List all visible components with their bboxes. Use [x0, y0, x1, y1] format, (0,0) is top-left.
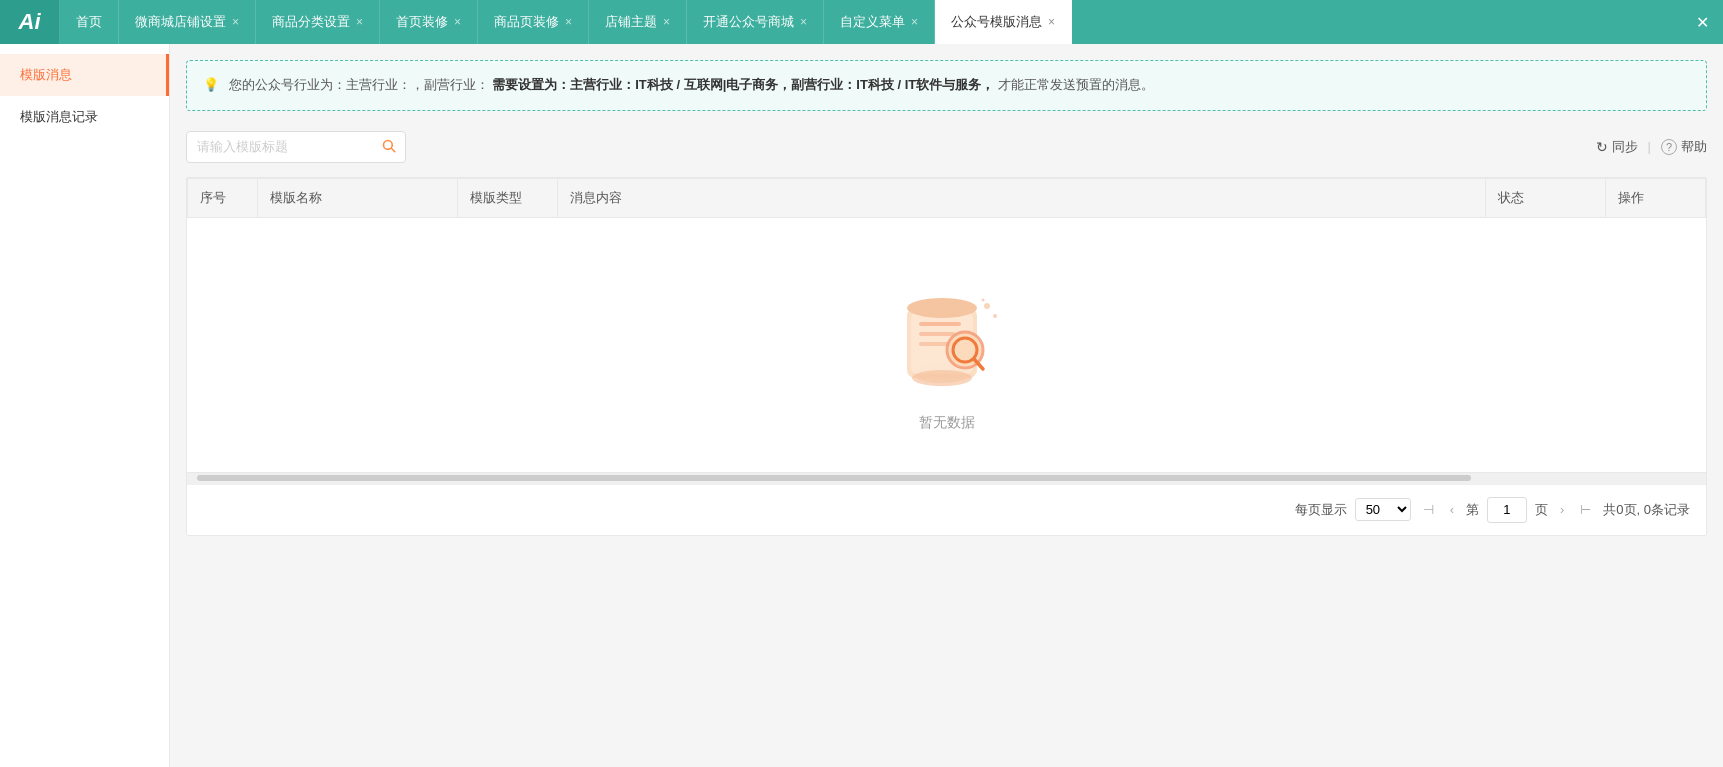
notice-highlight: 需要设置为：主营行业：IT科技 / 互联网|电子商务，副营行业：IT科技 / I…	[492, 77, 994, 92]
help-icon: ?	[1661, 139, 1677, 155]
sync-label: 同步	[1612, 138, 1638, 156]
col-type: 模版类型	[458, 178, 558, 217]
help-button[interactable]: ? 帮助	[1661, 138, 1707, 156]
content-area: 💡 您的公众号行业为：主营行业：，副营行业： 需要设置为：主营行业：IT科技 /…	[170, 44, 1723, 767]
pagination: 每页显示 50 20 100 ⊣ ‹ 第 1 页 › ⊢ 共0页, 0条记录	[187, 484, 1706, 535]
data-table: 序号 模版名称 模版类型 消息内容 状态 操作	[187, 178, 1706, 472]
close-all-button[interactable]: ✕	[1682, 13, 1723, 32]
sidebar: 模版消息 模版消息记录	[0, 44, 170, 767]
svg-line-1	[391, 148, 394, 151]
sync-button[interactable]: ↻ 同步	[1596, 138, 1638, 156]
nav-item-product-category[interactable]: 商品分类设置 ×	[256, 0, 380, 44]
sync-icon: ↻	[1596, 139, 1608, 155]
search-input-wrap	[186, 131, 406, 163]
prev-page-button[interactable]: ‹	[1446, 500, 1458, 519]
top-nav: Ai 首页 微商城店铺设置 × 商品分类设置 × 首页装修 × 商品页装修 × …	[0, 0, 1723, 44]
nav-item-home-decor[interactable]: 首页装修 ×	[380, 0, 478, 44]
nav-product-category-label: 商品分类设置	[272, 13, 350, 31]
col-action: 操作	[1606, 178, 1706, 217]
nav-item-shop-theme[interactable]: 店铺主题 ×	[589, 0, 687, 44]
search-icon	[381, 139, 396, 156]
nav-custom-menu-close[interactable]: ×	[911, 15, 918, 29]
help-label: 帮助	[1681, 138, 1707, 156]
nav-open-mall-label: 开通公众号商城	[703, 13, 794, 31]
page-input[interactable]: 1	[1487, 497, 1527, 523]
col-status: 状态	[1486, 178, 1606, 217]
page-total: 共0页, 0条记录	[1603, 501, 1690, 519]
nav-item-open-mall[interactable]: 开通公众号商城 ×	[687, 0, 824, 44]
nav-item-product-decor[interactable]: 商品页装修 ×	[478, 0, 589, 44]
search-button[interactable]	[381, 138, 396, 156]
first-page-button[interactable]: ⊣	[1419, 500, 1438, 519]
nav-item-wechat-shop[interactable]: 微商城店铺设置 ×	[119, 0, 256, 44]
svg-point-14	[981, 298, 984, 301]
sidebar-item-template-record[interactable]: 模版消息记录	[0, 96, 169, 138]
last-page-button[interactable]: ⊢	[1576, 500, 1595, 519]
nav-product-decor-label: 商品页装修	[494, 13, 559, 31]
svg-point-5	[907, 298, 977, 318]
nav-wechat-shop-label: 微商城店铺设置	[135, 13, 226, 31]
notice-text-prefix: 您的公众号行业为：主营行业：，副营行业：	[229, 77, 489, 92]
nav-product-decor-close[interactable]: ×	[565, 15, 572, 29]
sidebar-template-record-label: 模版消息记录	[20, 109, 98, 124]
nav-home-label: 首页	[76, 13, 102, 31]
svg-point-15	[912, 370, 972, 386]
svg-point-13	[993, 314, 997, 318]
notice-box: 💡 您的公众号行业为：主营行业：，副营行业： 需要设置为：主营行业：IT科技 /…	[186, 60, 1707, 111]
scroll-bar-area[interactable]	[187, 472, 1706, 484]
page-size-label: 每页显示	[1295, 501, 1347, 519]
nav-product-category-close[interactable]: ×	[356, 15, 363, 29]
nav-home-decor-close[interactable]: ×	[454, 15, 461, 29]
svg-point-12	[984, 303, 990, 309]
table-wrapper: 序号 模版名称 模版类型 消息内容 状态 操作	[186, 177, 1707, 536]
nav-template-msg-label: 公众号模版消息	[951, 13, 1042, 31]
svg-rect-7	[919, 332, 955, 336]
nav-template-msg-close[interactable]: ×	[1048, 15, 1055, 29]
empty-text: 暂无数据	[919, 414, 975, 432]
table-header-row: 序号 模版名称 模版类型 消息内容 状态 操作	[188, 178, 1706, 217]
page-size-select[interactable]: 50 20 100	[1355, 498, 1411, 521]
page-label-after: 页	[1535, 501, 1548, 519]
sidebar-template-message-label: 模版消息	[20, 67, 72, 82]
sidebar-item-template-message[interactable]: 模版消息	[0, 54, 169, 96]
notice-icon: 💡	[203, 77, 219, 92]
toolbar-right: ↻ 同步 | ? 帮助	[1596, 138, 1707, 156]
empty-state: 暂无数据	[188, 218, 1706, 472]
nav-shop-theme-label: 店铺主题	[605, 13, 657, 31]
app-logo: Ai	[0, 0, 60, 44]
nav-shop-theme-close[interactable]: ×	[663, 15, 670, 29]
notice-text-suffix: 才能正常发送预置的消息。	[998, 77, 1154, 92]
nav-custom-menu-label: 自定义菜单	[840, 13, 905, 31]
svg-rect-6	[919, 322, 961, 326]
col-content: 消息内容	[558, 178, 1486, 217]
main-layout: 模版消息 模版消息记录 💡 您的公众号行业为：主营行业：，副营行业： 需要设置为…	[0, 44, 1723, 767]
nav-open-mall-close[interactable]: ×	[800, 15, 807, 29]
nav-item-home[interactable]: 首页	[60, 0, 119, 44]
toolbar-divider: |	[1648, 139, 1651, 154]
scroll-thumb[interactable]	[197, 475, 1471, 481]
next-page-button[interactable]: ›	[1556, 500, 1568, 519]
empty-illustration	[887, 278, 1007, 398]
col-index: 序号	[188, 178, 258, 217]
nav-wechat-shop-close[interactable]: ×	[232, 15, 239, 29]
col-name: 模版名称	[258, 178, 458, 217]
nav-home-decor-label: 首页装修	[396, 13, 448, 31]
nav-item-custom-menu[interactable]: 自定义菜单 ×	[824, 0, 935, 44]
search-input[interactable]	[186, 131, 406, 163]
page-label-before: 第	[1466, 501, 1479, 519]
nav-item-template-msg[interactable]: 公众号模版消息 ×	[935, 0, 1072, 44]
search-bar: ↻ 同步 | ? 帮助	[186, 131, 1707, 163]
